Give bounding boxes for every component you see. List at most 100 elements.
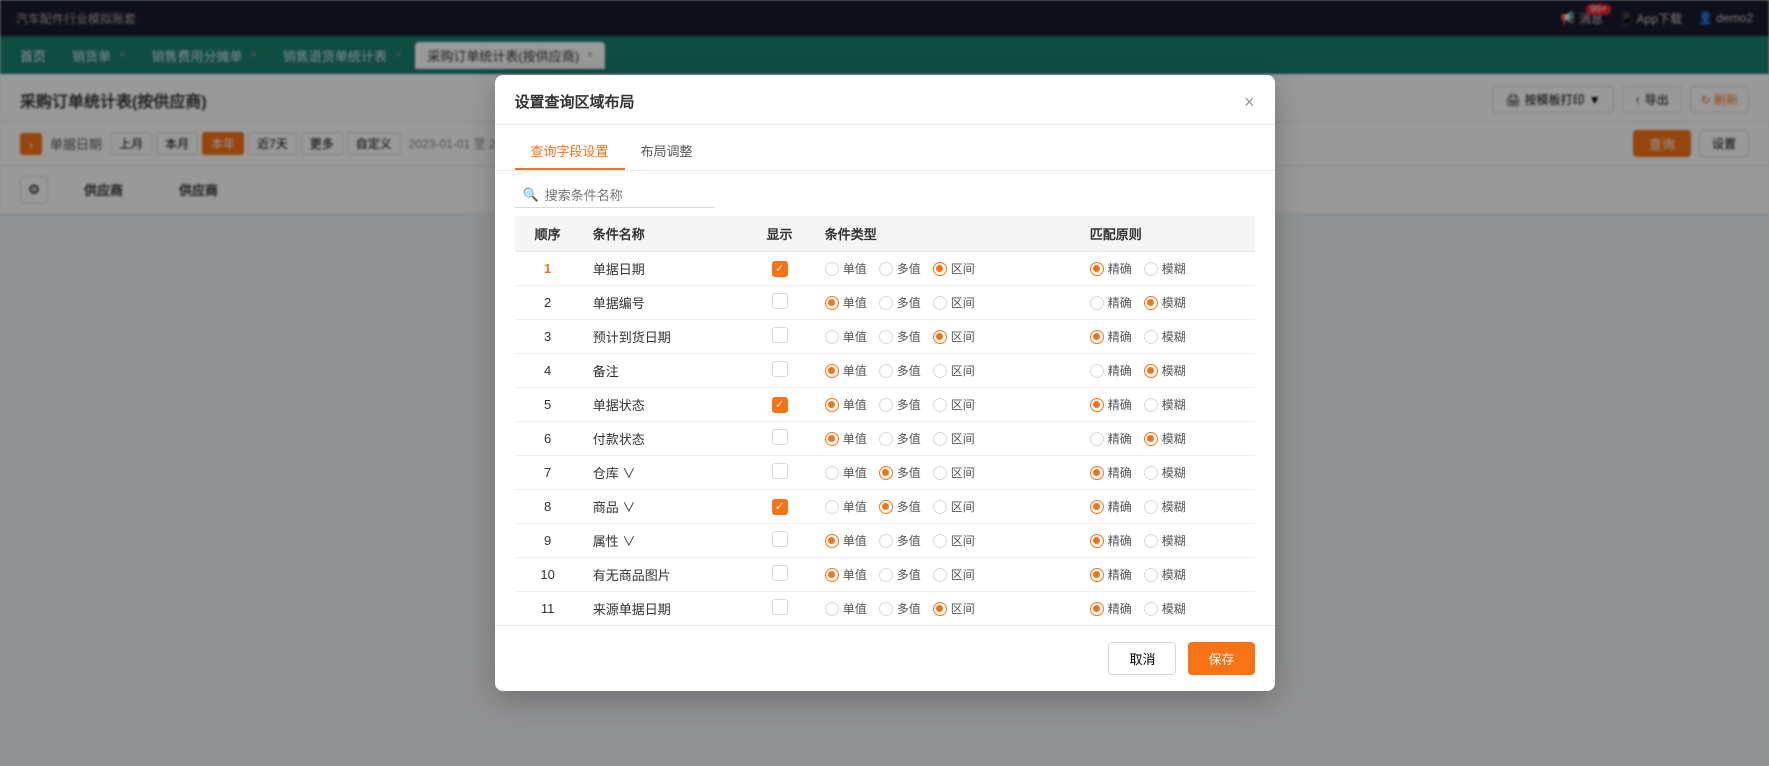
radio-item-match[interactable]: 精确 [1090,566,1132,583]
radio-item-match[interactable]: 模糊 [1144,532,1186,549]
row-display-checkbox[interactable] [746,354,812,388]
radio-item-type[interactable]: 区间 [933,532,975,549]
radio-item-type[interactable]: 多值 [879,566,921,583]
radio-item-match[interactable]: 精确 [1090,396,1132,413]
dialog-close-btn[interactable]: × [1244,93,1255,111]
row-type-radios: 单值多值区间 [813,524,1078,558]
radio-item-match[interactable]: 精确 [1090,328,1132,345]
radio-item-match[interactable]: 模糊 [1144,362,1186,379]
radio-item-match[interactable]: 精确 [1090,294,1132,311]
radio-circle [933,262,947,276]
radio-item-type[interactable]: 多值 [879,464,921,481]
radio-circle [1090,466,1104,480]
radio-item-type[interactable]: 区间 [933,328,975,345]
radio-item-match[interactable]: 精确 [1090,600,1132,617]
row-display-checkbox[interactable] [746,558,812,592]
checkbox[interactable] [772,499,788,515]
radio-item-type[interactable]: 多值 [879,396,921,413]
radio-item-match[interactable]: 模糊 [1144,566,1186,583]
checkbox[interactable] [772,531,788,547]
radio-item-match[interactable]: 模糊 [1144,328,1186,345]
radio-item-match[interactable]: 模糊 [1144,260,1186,277]
radio-item-type[interactable]: 多值 [879,362,921,379]
row-type-radios: 单值多值区间 [813,456,1078,490]
row-order: 5 [515,388,581,422]
checkbox[interactable] [772,463,788,479]
row-display-checkbox[interactable] [746,252,812,286]
radio-item-type[interactable]: 区间 [933,566,975,583]
radio-item-type[interactable]: 多值 [879,430,921,447]
radio-item-type[interactable]: 区间 [933,260,975,277]
radio-item-type[interactable]: 单值 [825,362,867,379]
col-name: 条件名称 [581,216,747,252]
checkbox[interactable] [772,599,788,615]
radio-item-match[interactable]: 精确 [1090,532,1132,549]
row-order: 1 [515,252,581,286]
radio-item-type[interactable]: 区间 [933,600,975,617]
radio-item-match[interactable]: 精确 [1090,362,1132,379]
radio-item-match[interactable]: 精确 [1090,464,1132,481]
cancel-btn[interactable]: 取消 [1108,642,1176,675]
table-row: 5单据状态单值多值区间精确模糊 [515,388,1255,422]
checkbox[interactable] [772,397,788,413]
radio-item-type[interactable]: 区间 [933,396,975,413]
radio-item-type[interactable]: 多值 [879,498,921,515]
checkbox[interactable] [772,429,788,445]
checkbox[interactable] [772,565,788,581]
row-display-checkbox[interactable] [746,524,812,558]
radio-item-match[interactable]: 精确 [1090,430,1132,447]
row-display-checkbox[interactable] [746,286,812,320]
radio-item-type[interactable]: 区间 [933,498,975,515]
checkbox[interactable] [772,361,788,377]
radio-item-type[interactable]: 区间 [933,294,975,311]
radio-item-type[interactable]: 区间 [933,362,975,379]
radio-item-match[interactable]: 模糊 [1144,396,1186,413]
radio-item-type[interactable]: 单值 [825,294,867,311]
row-display-checkbox[interactable] [746,592,812,626]
radio-circle [879,398,893,412]
row-display-checkbox[interactable] [746,320,812,354]
row-display-checkbox[interactable] [746,422,812,456]
checkbox[interactable] [772,261,788,277]
radio-item-type[interactable]: 区间 [933,430,975,447]
radio-circle [825,466,839,480]
row-display-checkbox[interactable] [746,490,812,524]
dialog-overlay: 设置查询区域布局 × 查询字段设置 布局调整 🔍 顺序 [0,0,1769,766]
radio-item-type[interactable]: 多值 [879,260,921,277]
row-display-checkbox[interactable] [746,456,812,490]
radio-item-type[interactable]: 单值 [825,328,867,345]
radio-item-match[interactable]: 模糊 [1144,600,1186,617]
radio-item-type[interactable]: 多值 [879,532,921,549]
radio-item-type[interactable]: 单值 [825,498,867,515]
row-order: 8 [515,490,581,524]
search-input[interactable] [545,188,705,203]
table-row: 10有无商品图片单值多值区间精确模糊 [515,558,1255,592]
row-display-checkbox[interactable] [746,388,812,422]
radio-item-type[interactable]: 单值 [825,396,867,413]
radio-item-match[interactable]: 模糊 [1144,430,1186,447]
row-order: 9 [515,524,581,558]
radio-circle [879,296,893,310]
save-btn[interactable]: 保存 [1188,642,1254,675]
radio-item-type[interactable]: 单值 [825,566,867,583]
radio-circle [1144,500,1158,514]
radio-item-type[interactable]: 区间 [933,464,975,481]
radio-circle [1144,398,1158,412]
radio-item-type[interactable]: 单值 [825,260,867,277]
checkbox[interactable] [772,293,788,309]
radio-item-type[interactable]: 单值 [825,464,867,481]
dialog-tab-layout-adjust[interactable]: 布局调整 [625,133,709,170]
radio-item-match[interactable]: 模糊 [1144,498,1186,515]
radio-item-match[interactable]: 精确 [1090,260,1132,277]
radio-item-type[interactable]: 多值 [879,328,921,345]
radio-item-type[interactable]: 单值 [825,430,867,447]
radio-item-type[interactable]: 单值 [825,532,867,549]
radio-item-match[interactable]: 模糊 [1144,294,1186,311]
radio-item-type[interactable]: 多值 [879,294,921,311]
radio-item-type[interactable]: 多值 [879,600,921,617]
checkbox[interactable] [772,327,788,343]
radio-item-match[interactable]: 模糊 [1144,464,1186,481]
dialog-tab-field-settings[interactable]: 查询字段设置 [515,133,625,170]
radio-item-match[interactable]: 精确 [1090,498,1132,515]
radio-item-type[interactable]: 单值 [825,600,867,617]
